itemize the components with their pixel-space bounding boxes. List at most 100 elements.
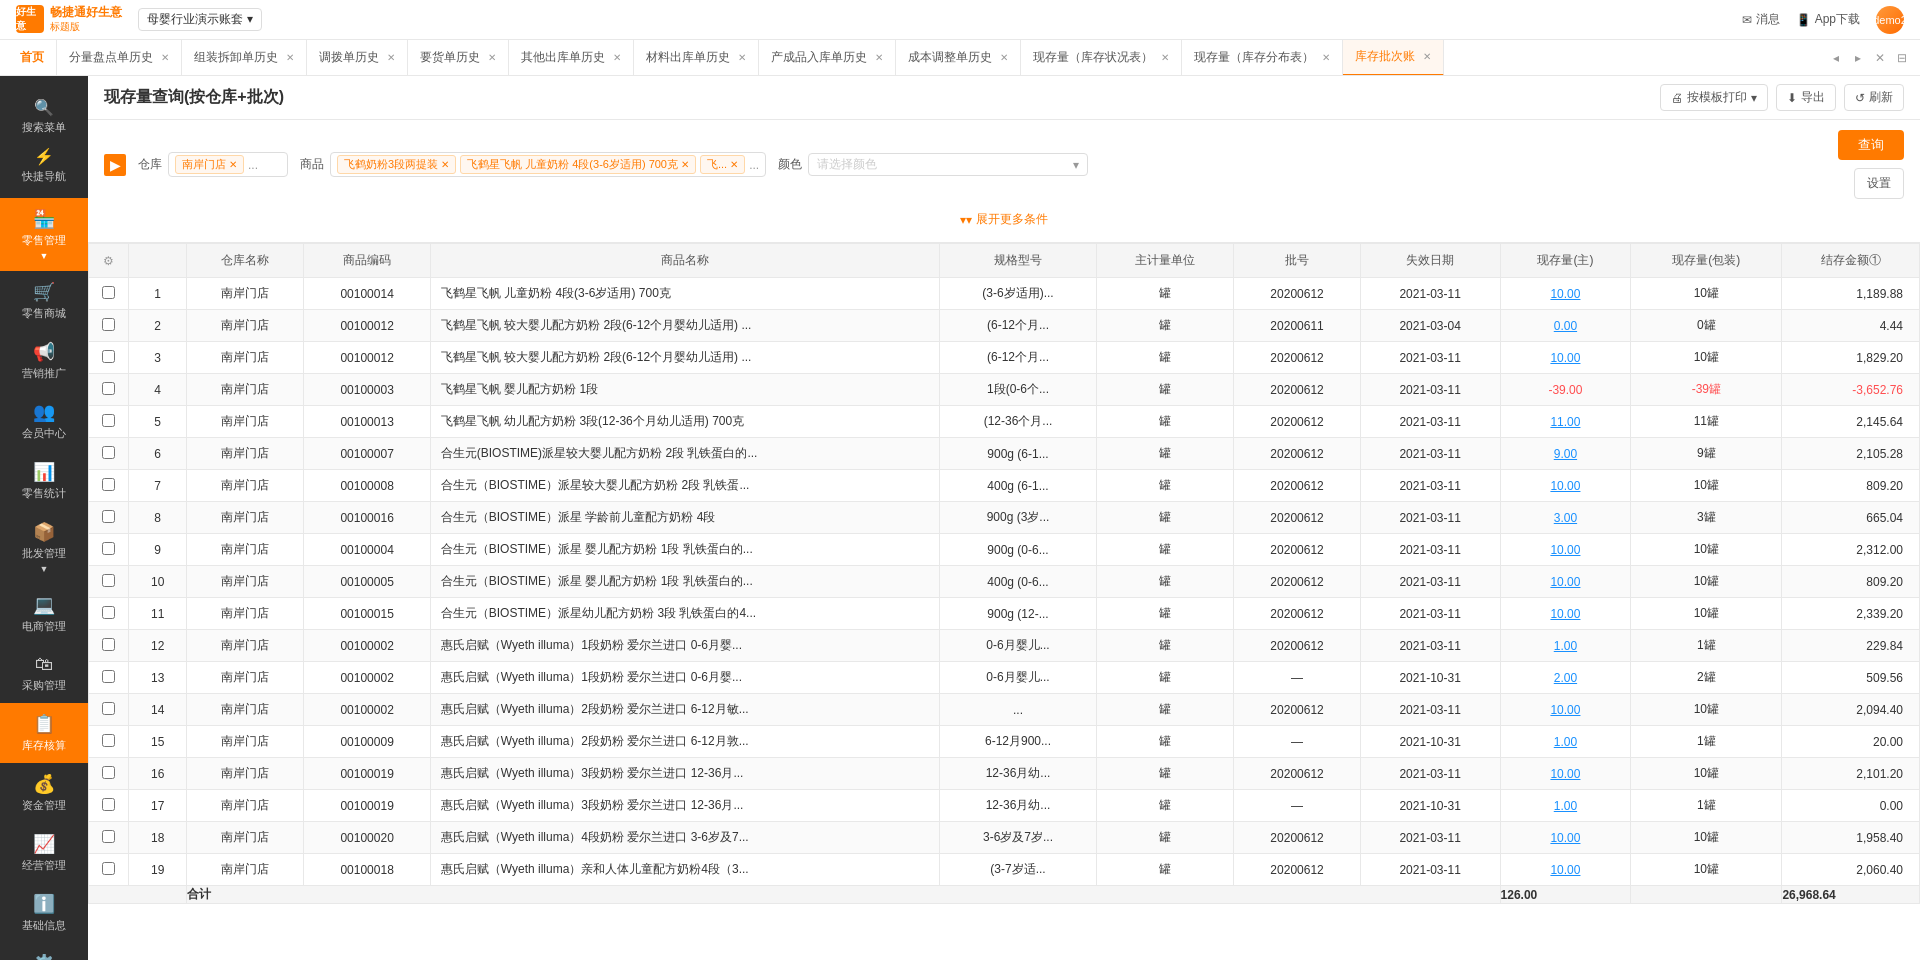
cell-qty-main[interactable]: 11.00 <box>1500 406 1631 438</box>
sidebar-item-members[interactable]: 👥 会员中心 <box>0 391 88 451</box>
sidebar-item-retail-store[interactable]: 🛒 零售商城 <box>0 271 88 331</box>
cell-checkbox[interactable] <box>89 630 129 662</box>
tag-close-icon[interactable]: ✕ <box>681 159 689 170</box>
tab-fenpan[interactable]: 分量盘点单历史 ✕ <box>57 40 182 76</box>
close-icon[interactable]: ✕ <box>1161 52 1169 63</box>
message-btn[interactable]: ✉ 消息 <box>1742 11 1780 28</box>
settings-btn[interactable]: 设置 <box>1854 168 1904 199</box>
close-icon[interactable]: ✕ <box>613 52 621 63</box>
close-icon[interactable]: ✕ <box>875 52 883 63</box>
cell-qty-main[interactable]: 10.00 <box>1500 534 1631 566</box>
cell-checkbox[interactable] <box>89 598 129 630</box>
nav-close-btn[interactable]: ✕ <box>1870 48 1890 68</box>
sidebar-item-finance[interactable]: 💰 资金管理 <box>0 763 88 823</box>
sidebar-item-system[interactable]: ⚙️ 系统管理 <box>0 943 88 960</box>
cell-qty-main[interactable]: 2.00 <box>1500 662 1631 694</box>
cell-qty-main[interactable]: 1.00 <box>1500 630 1631 662</box>
cell-checkbox[interactable] <box>89 662 129 694</box>
th-setting[interactable]: ⚙ <box>89 244 129 278</box>
cell-checkbox[interactable] <box>89 854 129 886</box>
cell-qty-main[interactable]: 1.00 <box>1500 726 1631 758</box>
sidebar-item-inventory[interactable]: 📋 库存核算 <box>0 703 88 763</box>
cell-checkbox[interactable] <box>89 566 129 598</box>
color-filter-input[interactable]: 请选择颜色 ▾ <box>808 153 1088 176</box>
cell-qty-main[interactable]: 10.00 <box>1500 470 1631 502</box>
cell-checkbox[interactable] <box>89 470 129 502</box>
cell-qty-main[interactable]: 10.00 <box>1500 598 1631 630</box>
cell-checkbox[interactable] <box>89 694 129 726</box>
cell-qty-main[interactable]: 10.00 <box>1500 822 1631 854</box>
cell-checkbox[interactable] <box>89 310 129 342</box>
sidebar-item-ecommerce[interactable]: 💻 电商管理 <box>0 584 88 644</box>
cell-checkbox[interactable] <box>89 374 129 406</box>
sidebar-item-business[interactable]: 📈 经营管理 <box>0 823 88 883</box>
avatar[interactable]: demo2 <box>1876 6 1904 34</box>
close-icon[interactable]: ✕ <box>1423 51 1431 62</box>
cell-checkbox[interactable] <box>89 342 129 374</box>
tab-qitachu[interactable]: 其他出库单历史 ✕ <box>509 40 634 76</box>
filter-toggle-btn[interactable]: ▶ <box>104 154 126 176</box>
sidebar-item-marketing[interactable]: 📢 营销推广 <box>0 331 88 391</box>
warehouse-select[interactable]: 母婴行业演示账套 ▾ <box>138 8 262 31</box>
cell-qty-main[interactable]: 9.00 <box>1500 438 1631 470</box>
cell-checkbox[interactable] <box>89 790 129 822</box>
nav-prev-btn[interactable]: ◂ <box>1826 48 1846 68</box>
tag-close-icon[interactable]: ✕ <box>441 159 449 170</box>
quick-nav-btn[interactable]: ⚡ 快捷导航 <box>8 141 80 190</box>
cell-checkbox[interactable] <box>89 278 129 310</box>
cell-qty-main[interactable]: 10.00 <box>1500 694 1631 726</box>
cell-checkbox[interactable] <box>89 534 129 566</box>
cell-qty-main[interactable]: 10.00 <box>1500 278 1631 310</box>
warehouse-tag-group[interactable]: 南岸门店 ✕ ... <box>168 152 288 177</box>
close-icon[interactable]: ✕ <box>488 52 496 63</box>
close-icon[interactable]: ✕ <box>286 52 294 63</box>
sidebar-item-retail-mgmt[interactable]: 🏪 零售管理 ▼ <box>0 198 88 271</box>
nav-menu-btn[interactable]: ⊟ <box>1892 48 1912 68</box>
tag-close-icon[interactable]: ✕ <box>229 159 237 170</box>
cell-qty-main[interactable]: 10.00 <box>1500 342 1631 374</box>
sidebar-item-base-info[interactable]: ℹ️ 基础信息 <box>0 883 88 943</box>
cell-qty-main[interactable]: 10.00 <box>1500 566 1631 598</box>
cell-qty-main[interactable]: 10.00 <box>1500 758 1631 790</box>
cell-qty-main[interactable]: 3.00 <box>1500 502 1631 534</box>
product-tag-group[interactable]: 飞鹤奶粉3段两提装 ✕ 飞鹤星飞帆 儿童奶粉 4段(3-6岁适用) 700克 ✕… <box>330 152 766 177</box>
tab-home[interactable]: 首页 <box>8 40 57 76</box>
cell-checkbox[interactable] <box>89 438 129 470</box>
tag-close-icon[interactable]: ✕ <box>730 159 738 170</box>
sidebar-item-wholesale[interactable]: 📦 批发管理 ▼ <box>0 511 88 584</box>
tab-xiancun2[interactable]: 现存量（库存分布表） ✕ <box>1182 40 1343 76</box>
close-icon[interactable]: ✕ <box>387 52 395 63</box>
tab-xiancun1[interactable]: 现存量（库存状况表） ✕ <box>1021 40 1182 76</box>
product-more[interactable]: ... <box>749 158 759 172</box>
tab-chengben[interactable]: 成本调整单历史 ✕ <box>896 40 1021 76</box>
tab-kupicipizhi[interactable]: 库存批次账 ✕ <box>1343 40 1444 76</box>
search-menu-btn[interactable]: 🔍 搜索菜单 <box>8 92 80 141</box>
tab-cailiao[interactable]: 材料出库单历史 ✕ <box>634 40 759 76</box>
cell-qty-main[interactable]: 10.00 <box>1500 854 1631 886</box>
cell-checkbox[interactable] <box>89 822 129 854</box>
app-download-btn[interactable]: 📱 App下载 <box>1796 11 1860 28</box>
cell-checkbox[interactable] <box>89 406 129 438</box>
sidebar-item-purchase[interactable]: 🛍 采购管理 <box>0 644 88 703</box>
export-btn[interactable]: ⬇ 导出 <box>1776 84 1836 111</box>
close-icon[interactable]: ✕ <box>1000 52 1008 63</box>
tab-yaohuo[interactable]: 要货单历史 ✕ <box>408 40 509 76</box>
cell-checkbox[interactable] <box>89 758 129 790</box>
expand-more-btn[interactable]: ▾▾ 展开更多条件 <box>104 207 1904 232</box>
nav-next-btn[interactable]: ▸ <box>1848 48 1868 68</box>
cell-checkbox[interactable] <box>89 502 129 534</box>
close-icon[interactable]: ✕ <box>738 52 746 63</box>
refresh-btn[interactable]: ↺ 刷新 <box>1844 84 1904 111</box>
cell-qty-main[interactable]: 1.00 <box>1500 790 1631 822</box>
sidebar-item-retail-stats[interactable]: 📊 零售统计 <box>0 451 88 511</box>
close-icon[interactable]: ✕ <box>1322 52 1330 63</box>
setting-icon[interactable]: ⚙ <box>103 254 114 268</box>
tab-zuzhuang[interactable]: 组装拆卸单历史 ✕ <box>182 40 307 76</box>
query-btn[interactable]: 查询 <box>1838 130 1904 160</box>
warehouse-more[interactable]: ... <box>248 158 258 172</box>
close-icon[interactable]: ✕ <box>161 52 169 63</box>
cell-checkbox[interactable] <box>89 726 129 758</box>
cell-qty-main[interactable]: 0.00 <box>1500 310 1631 342</box>
tab-diaopo[interactable]: 调拨单历史 ✕ <box>307 40 408 76</box>
tab-chancheng[interactable]: 产成品入库单历史 ✕ <box>759 40 896 76</box>
